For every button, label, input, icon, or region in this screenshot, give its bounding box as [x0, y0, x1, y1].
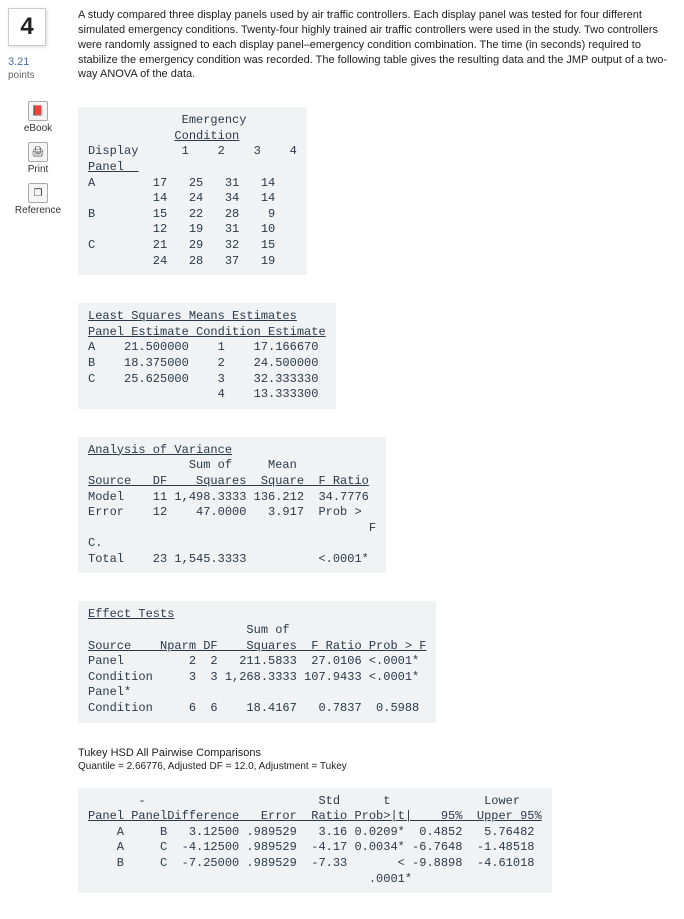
lsm-table: Least Squares Means Estimates Panel Esti…	[78, 303, 336, 409]
section-number: 3.21	[8, 56, 68, 68]
page-container: 4 3.21 points 📕 eBook 🖨 Print ❐ Referenc…	[0, 0, 684, 919]
print-link[interactable]: 🖨 Print	[8, 142, 68, 175]
data-table: Emergency Condition Display 1 2 3 4 Pane…	[78, 107, 307, 275]
book-icon: 📕	[28, 101, 48, 121]
reference-label: Reference	[15, 205, 61, 216]
question-number-box: 4	[8, 8, 46, 46]
points-label: points	[8, 70, 68, 81]
right-column: A study compared three display panels us…	[68, 8, 676, 911]
ebook-label: eBook	[24, 123, 52, 134]
anova-table: Analysis of Variance Sum of Mean Source …	[78, 437, 386, 574]
question-text: A study compared three display panels us…	[78, 8, 676, 82]
tukey-subtitle: Quantile = 2.66776, Adjusted DF = 12.0, …	[78, 761, 676, 772]
reference-link[interactable]: ❐ Reference	[8, 183, 68, 216]
left-column: 4 3.21 points 📕 eBook 🖨 Print ❐ Referenc…	[8, 8, 68, 911]
ebook-link[interactable]: 📕 eBook	[8, 101, 68, 134]
effect-table: Effect Tests Sum of Source Nparm DF Squa…	[78, 601, 436, 722]
print-label: Print	[28, 164, 49, 175]
printer-icon: 🖨	[28, 142, 48, 162]
reference-icon: ❐	[28, 183, 48, 203]
tukey-table: - Std t Lower Panel PanelDifference Erro…	[78, 788, 552, 894]
tukey-title: Tukey HSD All Pairwise Comparisons	[78, 747, 676, 759]
